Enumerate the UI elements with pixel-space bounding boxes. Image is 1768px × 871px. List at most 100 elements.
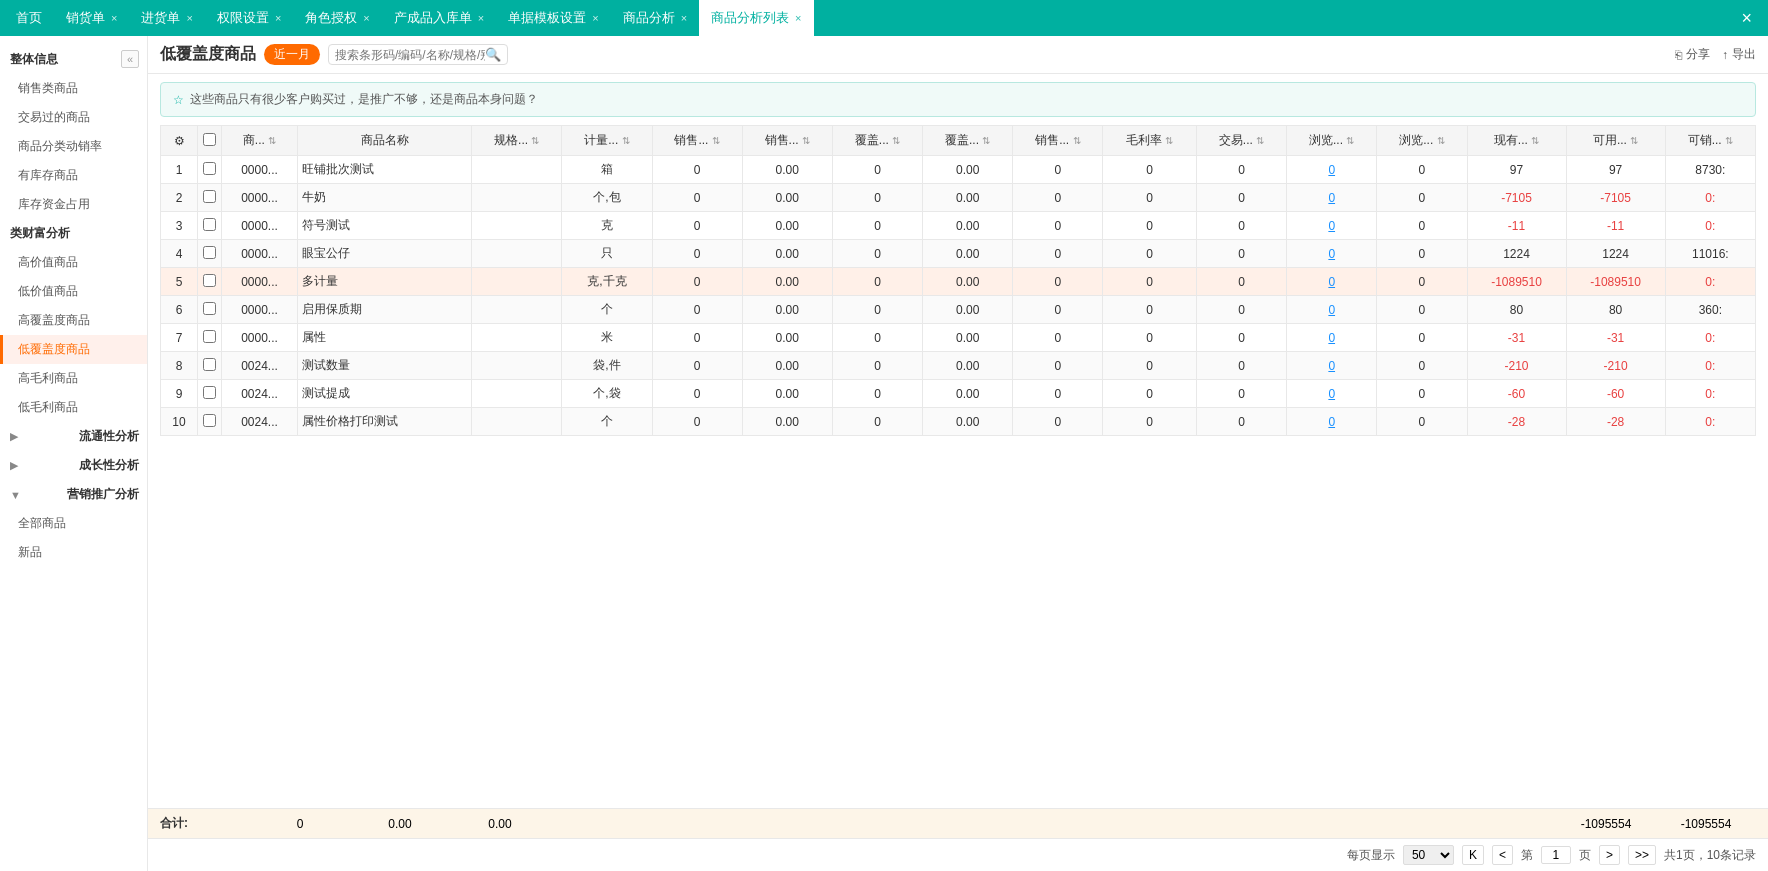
- col-settings[interactable]: ⚙: [161, 126, 198, 156]
- page-size-select[interactable]: 50 20 100: [1403, 845, 1454, 865]
- row-checkbox[interactable]: [198, 212, 222, 240]
- row-select-checkbox[interactable]: [203, 358, 216, 371]
- sidebar-item-low-margin[interactable]: 低毛利商品: [0, 393, 147, 422]
- row-browse1[interactable]: 0: [1287, 380, 1377, 408]
- row-browse1[interactable]: 0: [1287, 324, 1377, 352]
- row-select-checkbox[interactable]: [203, 386, 216, 399]
- col-browse1[interactable]: 浏览... ⇅: [1287, 126, 1377, 156]
- col-coverage2[interactable]: 覆盖... ⇅: [923, 126, 1013, 156]
- row-checkbox[interactable]: [198, 240, 222, 268]
- row-browse1[interactable]: 0: [1287, 240, 1377, 268]
- close-icon[interactable]: ×: [681, 12, 687, 24]
- col-sales-rate[interactable]: 销售... ⇅: [1013, 126, 1103, 156]
- row-select-checkbox[interactable]: [203, 274, 216, 287]
- col-name[interactable]: 商品名称: [297, 126, 471, 156]
- nav-permission-settings[interactable]: 权限设置 ×: [205, 0, 293, 36]
- sidebar-item-high-value[interactable]: 高价值商品: [0, 248, 147, 277]
- row-browse1[interactable]: 0: [1287, 408, 1377, 436]
- row-select-checkbox[interactable]: [203, 302, 216, 315]
- close-icon[interactable]: ×: [592, 12, 598, 24]
- sidebar-item-in-stock-goods[interactable]: 有库存商品: [0, 161, 147, 190]
- nav-sales-order[interactable]: 销货单 ×: [54, 0, 129, 36]
- row-checkbox[interactable]: [198, 408, 222, 436]
- row-checkbox[interactable]: [198, 380, 222, 408]
- sidebar-liquidity-label: 流通性分析: [79, 428, 139, 445]
- col-code[interactable]: 商... ⇅: [222, 126, 298, 156]
- col-available-stock[interactable]: 可用... ⇅: [1566, 126, 1665, 156]
- nav-goods-analysis-list[interactable]: 商品分析列表 ×: [699, 0, 813, 36]
- nav-role-auth[interactable]: 角色授权 ×: [293, 0, 381, 36]
- row-checkbox[interactable]: [198, 296, 222, 324]
- nav-home[interactable]: 首页: [4, 0, 54, 36]
- col-checkbox[interactable]: [198, 126, 222, 156]
- row-checkbox[interactable]: [198, 324, 222, 352]
- search-input[interactable]: [335, 48, 485, 62]
- row-checkbox[interactable]: [198, 268, 222, 296]
- table-container[interactable]: ⚙ 商... ⇅ 商品名称 规格... ⇅ 计量... ⇅ 销售... ⇅ 销售…: [148, 125, 1768, 808]
- sidebar-item-category-sales-rate[interactable]: 商品分类动销率: [0, 132, 147, 161]
- sidebar-item-low-value[interactable]: 低价值商品: [0, 277, 147, 306]
- prev-page-button[interactable]: <: [1492, 845, 1513, 865]
- col-spec[interactable]: 规格... ⇅: [472, 126, 562, 156]
- col-unit[interactable]: 计量... ⇅: [562, 126, 652, 156]
- row-select-checkbox[interactable]: [203, 330, 216, 343]
- col-gross-margin[interactable]: 毛利率 ⇅: [1103, 126, 1196, 156]
- col-browse2[interactable]: 浏览... ⇅: [1377, 126, 1467, 156]
- row-coverage1: 0: [832, 408, 922, 436]
- row-checkbox[interactable]: [198, 352, 222, 380]
- chevron-down-icon: ▼: [10, 489, 21, 501]
- row-select-checkbox[interactable]: [203, 246, 216, 259]
- col-trans[interactable]: 交易... ⇅: [1196, 126, 1286, 156]
- col-sales-amount[interactable]: 销售... ⇅: [742, 126, 832, 156]
- close-icon[interactable]: ×: [186, 12, 192, 24]
- sidebar-item-sales-goods[interactable]: 销售类商品: [0, 74, 147, 103]
- sidebar-item-high-coverage[interactable]: 高覆盖度商品: [0, 306, 147, 335]
- nav-goods-analysis[interactable]: 商品分析 ×: [611, 0, 699, 36]
- sidebar-growth-analysis-header[interactable]: ▶ 成长性分析: [0, 451, 147, 480]
- next-page-button[interactable]: >: [1599, 845, 1620, 865]
- export-button[interactable]: ↑ 导出: [1722, 46, 1756, 63]
- sidebar-item-stock-capital[interactable]: 库存资金占用: [0, 190, 147, 219]
- row-select-checkbox[interactable]: [203, 218, 216, 231]
- nav-product-inbound[interactable]: 产成品入库单 ×: [382, 0, 496, 36]
- close-icon[interactable]: ×: [363, 12, 369, 24]
- window-close-button[interactable]: ×: [1729, 8, 1764, 29]
- close-icon[interactable]: ×: [111, 12, 117, 24]
- close-icon[interactable]: ×: [478, 12, 484, 24]
- row-browse1[interactable]: 0: [1287, 184, 1377, 212]
- nav-purchase-order[interactable]: 进货单 ×: [129, 0, 204, 36]
- sidebar-collapse-button[interactable]: «: [121, 50, 139, 68]
- col-sales-qty[interactable]: 销售... ⇅: [652, 126, 742, 156]
- row-select-checkbox[interactable]: [203, 190, 216, 203]
- filter-recent-month-button[interactable]: 近一月: [264, 44, 320, 65]
- sidebar-wealth-analysis-header[interactable]: 类财富分析: [0, 219, 147, 248]
- sidebar-item-low-coverage[interactable]: 低覆盖度商品: [0, 335, 147, 364]
- col-saleable[interactable]: 可销... ⇅: [1665, 126, 1755, 156]
- row-browse1[interactable]: 0: [1287, 296, 1377, 324]
- nav-template-settings[interactable]: 单据模板设置 ×: [496, 0, 610, 36]
- row-browse1[interactable]: 0: [1287, 268, 1377, 296]
- sidebar-liquidity-analysis-header[interactable]: ▶ 流通性分析: [0, 422, 147, 451]
- share-button[interactable]: ⎗ 分享: [1675, 46, 1710, 63]
- sidebar-item-new-goods[interactable]: 新品: [0, 538, 147, 567]
- sidebar-overall-info-header[interactable]: 整体信息 «: [0, 44, 147, 74]
- row-browse1[interactable]: 0: [1287, 352, 1377, 380]
- last-page-button[interactable]: >>: [1628, 845, 1656, 865]
- row-browse1[interactable]: 0: [1287, 156, 1377, 184]
- col-coverage1[interactable]: 覆盖... ⇅: [832, 126, 922, 156]
- row-checkbox[interactable]: [198, 184, 222, 212]
- first-page-button[interactable]: K: [1462, 845, 1484, 865]
- select-all-checkbox[interactable]: [203, 133, 216, 146]
- row-checkbox[interactable]: [198, 156, 222, 184]
- sidebar-item-traded-goods[interactable]: 交易过的商品: [0, 103, 147, 132]
- page-number-input[interactable]: [1541, 846, 1571, 864]
- sidebar-item-all-goods[interactable]: 全部商品: [0, 509, 147, 538]
- close-icon[interactable]: ×: [275, 12, 281, 24]
- sidebar-marketing-analysis-header[interactable]: ▼ 营销推广分析: [0, 480, 147, 509]
- row-browse1[interactable]: 0: [1287, 212, 1377, 240]
- col-current-stock[interactable]: 现有... ⇅: [1467, 126, 1566, 156]
- row-select-checkbox[interactable]: [203, 162, 216, 175]
- row-select-checkbox[interactable]: [203, 414, 216, 427]
- close-icon[interactable]: ×: [795, 12, 801, 24]
- sidebar-item-high-margin[interactable]: 高毛利商品: [0, 364, 147, 393]
